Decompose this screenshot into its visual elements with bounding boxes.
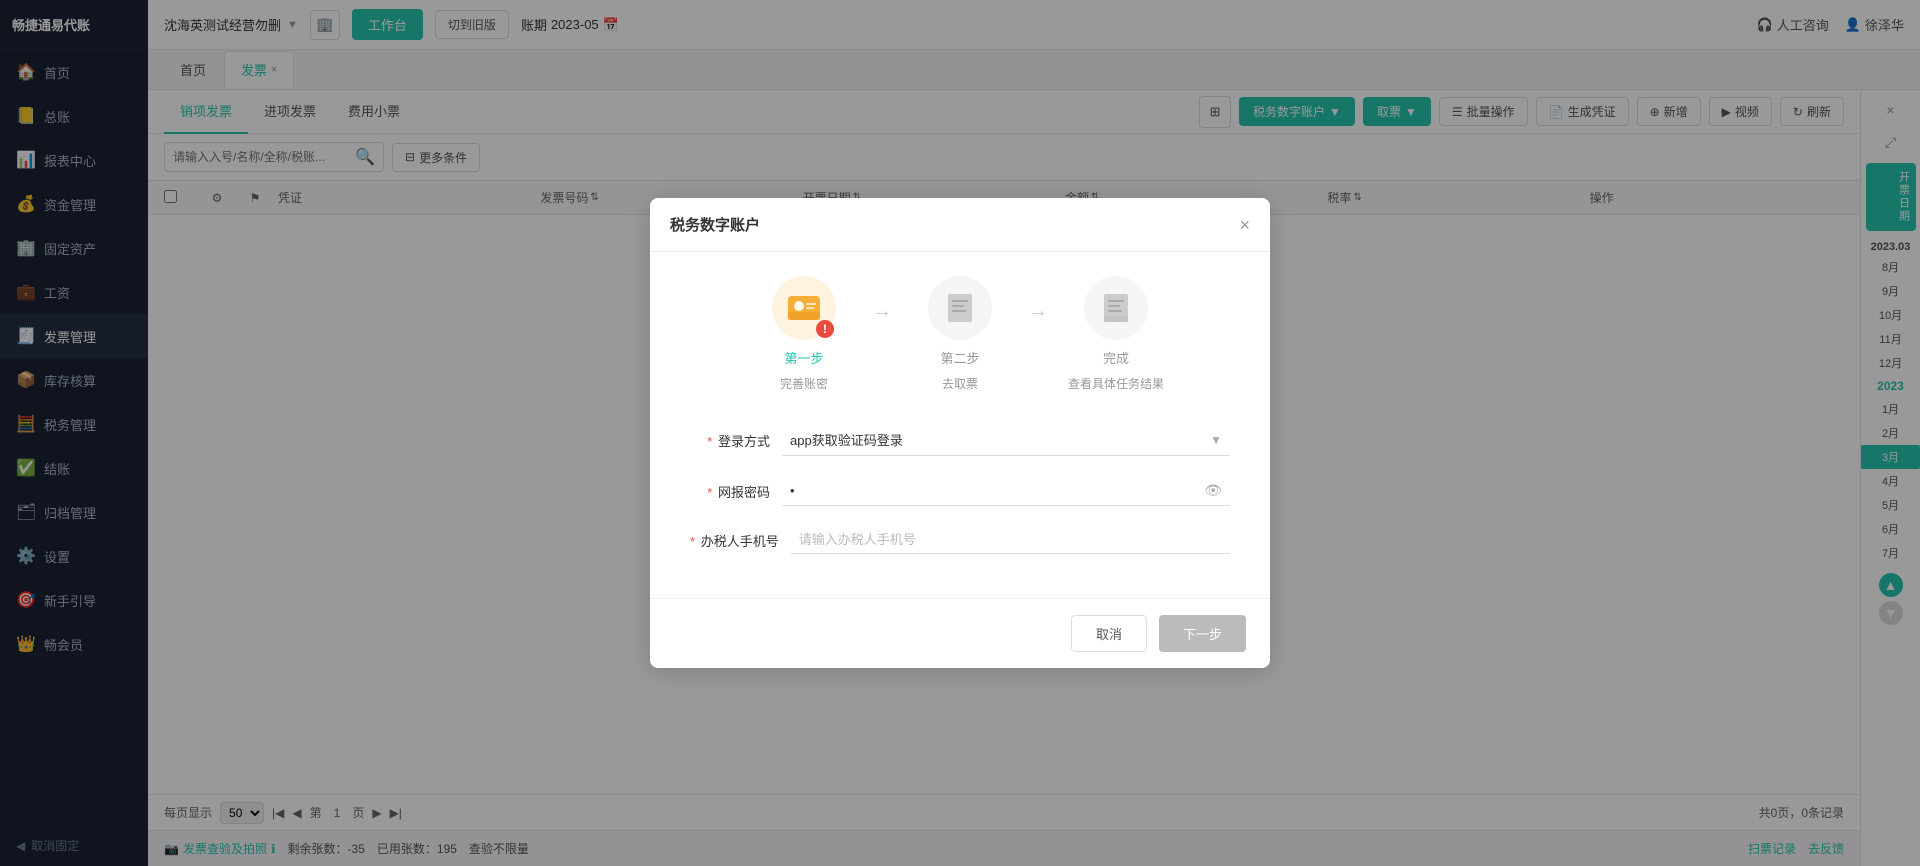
- phone-label: * 办税人手机号: [690, 531, 779, 550]
- password-label-text: 网报密码: [718, 485, 770, 500]
- password-input[interactable]: [790, 483, 1196, 498]
- step-2: 第二步 去取票: [900, 276, 1020, 392]
- complete-step-icon: [1098, 290, 1134, 326]
- phone-input[interactable]: [799, 532, 1222, 547]
- step-arrow-1: →: [864, 300, 900, 323]
- phone-row: * 办税人手机号: [690, 526, 1230, 554]
- id-card-icon: [786, 290, 822, 326]
- step-3-icon: [1084, 276, 1148, 340]
- dialog-body: ! 第一步 完善账密 → 第: [650, 252, 1270, 598]
- invoice-step-icon: [942, 290, 978, 326]
- step-1-badge: !: [816, 320, 834, 338]
- phone-label-text: 办税人手机号: [701, 534, 779, 549]
- login-method-label-text: 登录方式: [718, 434, 770, 449]
- step-1-sublabel: 完善账密: [780, 375, 828, 392]
- dialog-header: 税务数字账户 ×: [650, 198, 1270, 252]
- login-method-value: app获取验证码登录: [790, 430, 1202, 449]
- chevron-down-icon: ▼: [1210, 433, 1222, 447]
- dialog-footer: 取消 下一步: [650, 598, 1270, 668]
- password-control: 👁: [782, 476, 1230, 506]
- required-mark: *: [690, 534, 695, 549]
- step-1-label: 第一步: [784, 348, 823, 367]
- eye-icon[interactable]: 👁: [1204, 482, 1222, 499]
- step-2-sublabel: 去取票: [942, 375, 978, 392]
- step-1-icon: !: [772, 276, 836, 340]
- password-row: * 网报密码 👁: [690, 476, 1230, 506]
- tax-digital-dialog: 税务数字账户 × !: [650, 198, 1270, 668]
- step-2-icon: [928, 276, 992, 340]
- required-mark: *: [707, 434, 712, 449]
- dialog-close-btn[interactable]: ×: [1239, 216, 1250, 234]
- password-label: * 网报密码: [690, 482, 770, 501]
- login-method-control: app获取验证码登录 ▼: [782, 424, 1230, 456]
- phone-control: [791, 526, 1230, 554]
- login-method-label: * 登录方式: [690, 431, 770, 450]
- step-1: ! 第一步 完善账密: [744, 276, 864, 392]
- step-3-sublabel: 查看具体任务结果: [1068, 375, 1164, 392]
- step-3-label: 完成: [1103, 348, 1129, 367]
- required-mark: *: [707, 485, 712, 500]
- step-2-label: 第二步: [940, 348, 979, 367]
- next-button[interactable]: 下一步: [1159, 615, 1246, 652]
- modal-overlay[interactable]: 税务数字账户 × !: [0, 0, 1920, 866]
- step-arrow-2: →: [1020, 300, 1056, 323]
- login-method-row: * 登录方式 app获取验证码登录 ▼: [690, 424, 1230, 456]
- dialog-title: 税务数字账户: [670, 214, 760, 235]
- step-3: 完成 查看具体任务结果: [1056, 276, 1176, 392]
- cancel-button[interactable]: 取消: [1071, 615, 1147, 652]
- steps-indicator: ! 第一步 完善账密 → 第: [690, 276, 1230, 392]
